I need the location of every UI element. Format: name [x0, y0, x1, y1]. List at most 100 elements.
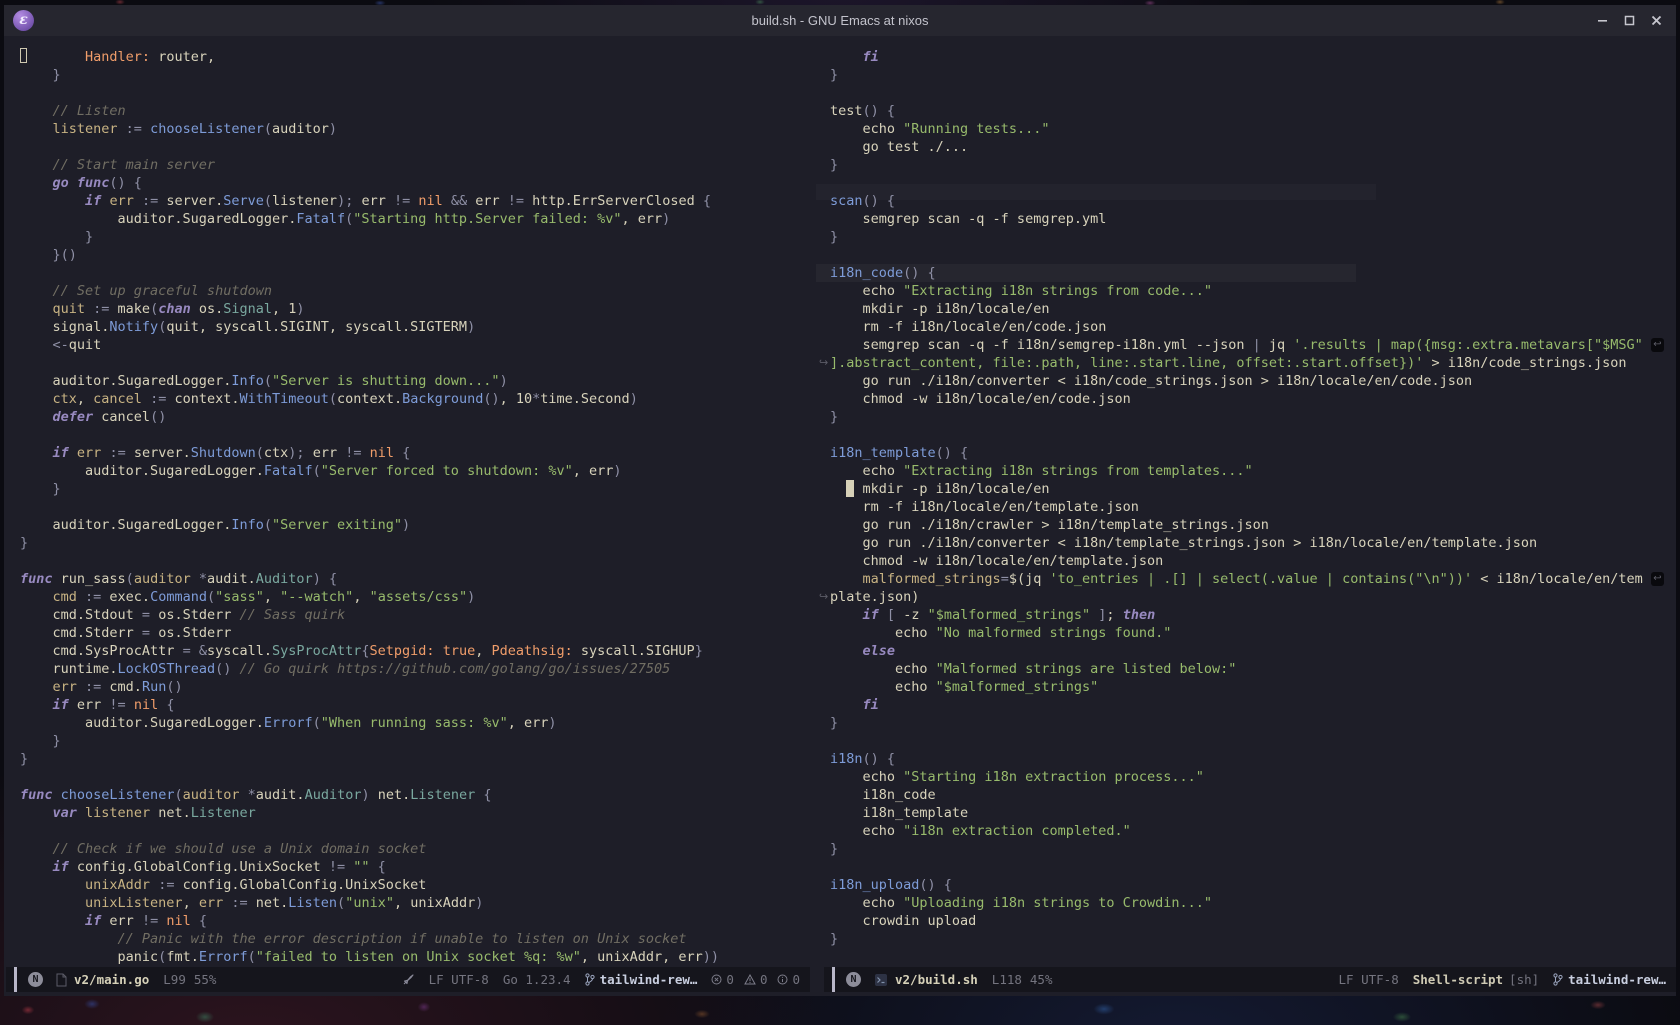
code-line: i18n_code — [830, 786, 1676, 804]
code-line: echo "Starting i18n extraction process..… — [830, 768, 1676, 786]
lsp-rocket-icon — [402, 973, 415, 986]
editor-window-build-sh[interactable]: fi}test() { echo "Running tests..." go t… — [816, 36, 1676, 996]
line-wrap-end-icon: ↩ — [1651, 338, 1664, 352]
buffer-name[interactable]: v2/main.go — [74, 972, 149, 987]
code-line: cmd.Stderr = os.Stderr — [20, 624, 816, 642]
code-line: echo "Uploading i18n strings to Crowdin.… — [830, 894, 1676, 912]
code-line: go run ./i18n/converter < i18n/code_stri… — [830, 372, 1676, 390]
code-line: echo "$malformed_strings" — [830, 678, 1676, 696]
code-line: cmd := exec.Command("sass", "--watch", "… — [20, 588, 816, 606]
code-line: if err != nil { — [20, 696, 816, 714]
code-line: // Start main server — [20, 156, 816, 174]
minimize-button[interactable] — [1596, 15, 1608, 27]
code-line: i18n_code() { — [830, 264, 1676, 282]
modeline-accent-bar — [14, 967, 17, 992]
mode-suffix: [sh] — [1509, 972, 1539, 987]
code-line: Handler: router, — [20, 48, 816, 66]
code-line: echo "i18n extraction completed." — [830, 822, 1676, 840]
code-line: i18n_template — [830, 804, 1676, 822]
line-wrap-start-icon: ↪ — [819, 354, 828, 372]
window-title: build.sh - GNU Emacs at nixos — [4, 13, 1676, 28]
titlebar: ε build.sh - GNU Emacs at nixos — [4, 5, 1676, 36]
code-line: i18n_upload() { — [830, 876, 1676, 894]
code-line: cmd.Stdout = os.Stderr // Sass quirk — [20, 606, 816, 624]
code-line: go func() { — [20, 174, 816, 192]
code-line: semgrep scan -q -f i18n/semgrep-i18n.yml… — [830, 336, 1676, 354]
code-line: auditor.SugaredLogger.Info("Server exiti… — [20, 516, 816, 534]
code-line: test() { — [830, 102, 1676, 120]
code-line — [20, 84, 816, 102]
code-line: crowdin upload — [830, 912, 1676, 930]
code-line: } — [830, 840, 1676, 858]
code-line — [830, 84, 1676, 102]
buffer-text-build-sh[interactable]: fi}test() { echo "Running tests..." go t… — [830, 48, 1676, 966]
scroll-percent: 55% — [194, 972, 217, 987]
code-line: func chooseListener(auditor *audit.Audit… — [20, 786, 816, 804]
code-line: err := cmd.Run() — [20, 678, 816, 696]
go-file-icon — [56, 973, 67, 987]
line-wrap-start-icon: ↪ — [819, 588, 828, 606]
line-indicator: L118 — [992, 972, 1022, 987]
code-line — [20, 498, 816, 516]
code-line: listener := chooseListener(auditor) — [20, 120, 816, 138]
code-line: } — [20, 750, 816, 768]
code-line: unixAddr := config.GlobalConfig.UnixSock… — [20, 876, 816, 894]
evil-state-indicator: N — [846, 972, 861, 987]
shell-file-icon — [874, 973, 888, 987]
evil-state-indicator: N — [28, 972, 43, 987]
code-line: defer cancel() — [20, 408, 816, 426]
buffer-text-main-go[interactable]: Handler: router, } // Listen listener :=… — [20, 48, 816, 966]
code-line: runtime.LockOSThread() // Go quirk https… — [20, 660, 816, 678]
code-line: auditor.SugaredLogger.Info("Server is sh… — [20, 372, 816, 390]
code-line: cmd.SysProcAttr = &syscall.SysProcAttr{S… — [20, 642, 816, 660]
code-line — [20, 768, 816, 786]
maximize-button[interactable] — [1623, 15, 1635, 27]
go-version: Go 1.23.4 — [503, 972, 571, 987]
code-line: var listener net.Listener — [20, 804, 816, 822]
code-line: echo "No malformed strings found." — [830, 624, 1676, 642]
vcs-branch[interactable]: tailwind-rew… — [1553, 972, 1666, 987]
code-line: panic(fmt.Errorf("failed to listen on Un… — [20, 948, 816, 966]
code-line: echo "Extracting i18n strings from templ… — [830, 462, 1676, 480]
code-line: else — [830, 642, 1676, 660]
code-line: if err := server.Shutdown(ctx); err != n… — [20, 444, 816, 462]
code-line — [830, 426, 1676, 444]
major-mode[interactable]: Shell-script — [1413, 972, 1503, 987]
info-icon — [777, 974, 788, 985]
code-line: mkdir -p i18n/locale/en — [830, 480, 1676, 498]
diagnostics[interactable]: 0 0 0 — [711, 972, 800, 987]
desktop: { "titlebar": { "title": "build.sh - GNU… — [0, 0, 1680, 1025]
code-line: scan() { — [830, 192, 1676, 210]
code-line: fi — [830, 696, 1676, 714]
code-line: auditor.SugaredLogger.Fatalf("Server for… — [20, 462, 816, 480]
code-line: auditor.SugaredLogger.Errorf("When runni… — [20, 714, 816, 732]
code-line: } — [830, 714, 1676, 732]
code-line — [830, 732, 1676, 750]
code-line: } — [830, 66, 1676, 84]
text-cursor — [846, 480, 854, 497]
modeline-main-go: N v2/main.go L99 55% LF UTF-8 Go 1.23.4 … — [6, 967, 810, 992]
code-line — [830, 174, 1676, 192]
code-line: unixListener, err := net.Listen("unix", … — [20, 894, 816, 912]
code-line — [20, 264, 816, 282]
text-cursor — [20, 48, 27, 63]
code-line: }() — [20, 246, 816, 264]
buffer-name[interactable]: v2/build.sh — [895, 972, 978, 987]
code-line: // Check if we should use a Unix domain … — [20, 840, 816, 858]
code-line: go run ./i18n/converter < i18n/template_… — [830, 534, 1676, 552]
code-line: if [ -z "$malformed_strings" ]; then — [830, 606, 1676, 624]
editor-window-main-go[interactable]: Handler: router, } // Listen listener :=… — [4, 36, 816, 996]
code-line — [20, 138, 816, 156]
errors-icon — [711, 974, 722, 985]
code-line — [20, 354, 816, 372]
code-line: signal.Notify(quit, syscall.SIGINT, sysc… — [20, 318, 816, 336]
code-line: auditor.SugaredLogger.Fatalf("Starting h… — [20, 210, 816, 228]
vcs-branch[interactable]: tailwind-rew… — [585, 972, 698, 987]
code-line: echo "Malformed strings are listed below… — [830, 660, 1676, 678]
code-line — [830, 858, 1676, 876]
close-button[interactable] — [1650, 15, 1662, 27]
code-line: } — [830, 408, 1676, 426]
code-line — [20, 426, 816, 444]
code-line: } — [830, 228, 1676, 246]
code-line — [20, 822, 816, 840]
